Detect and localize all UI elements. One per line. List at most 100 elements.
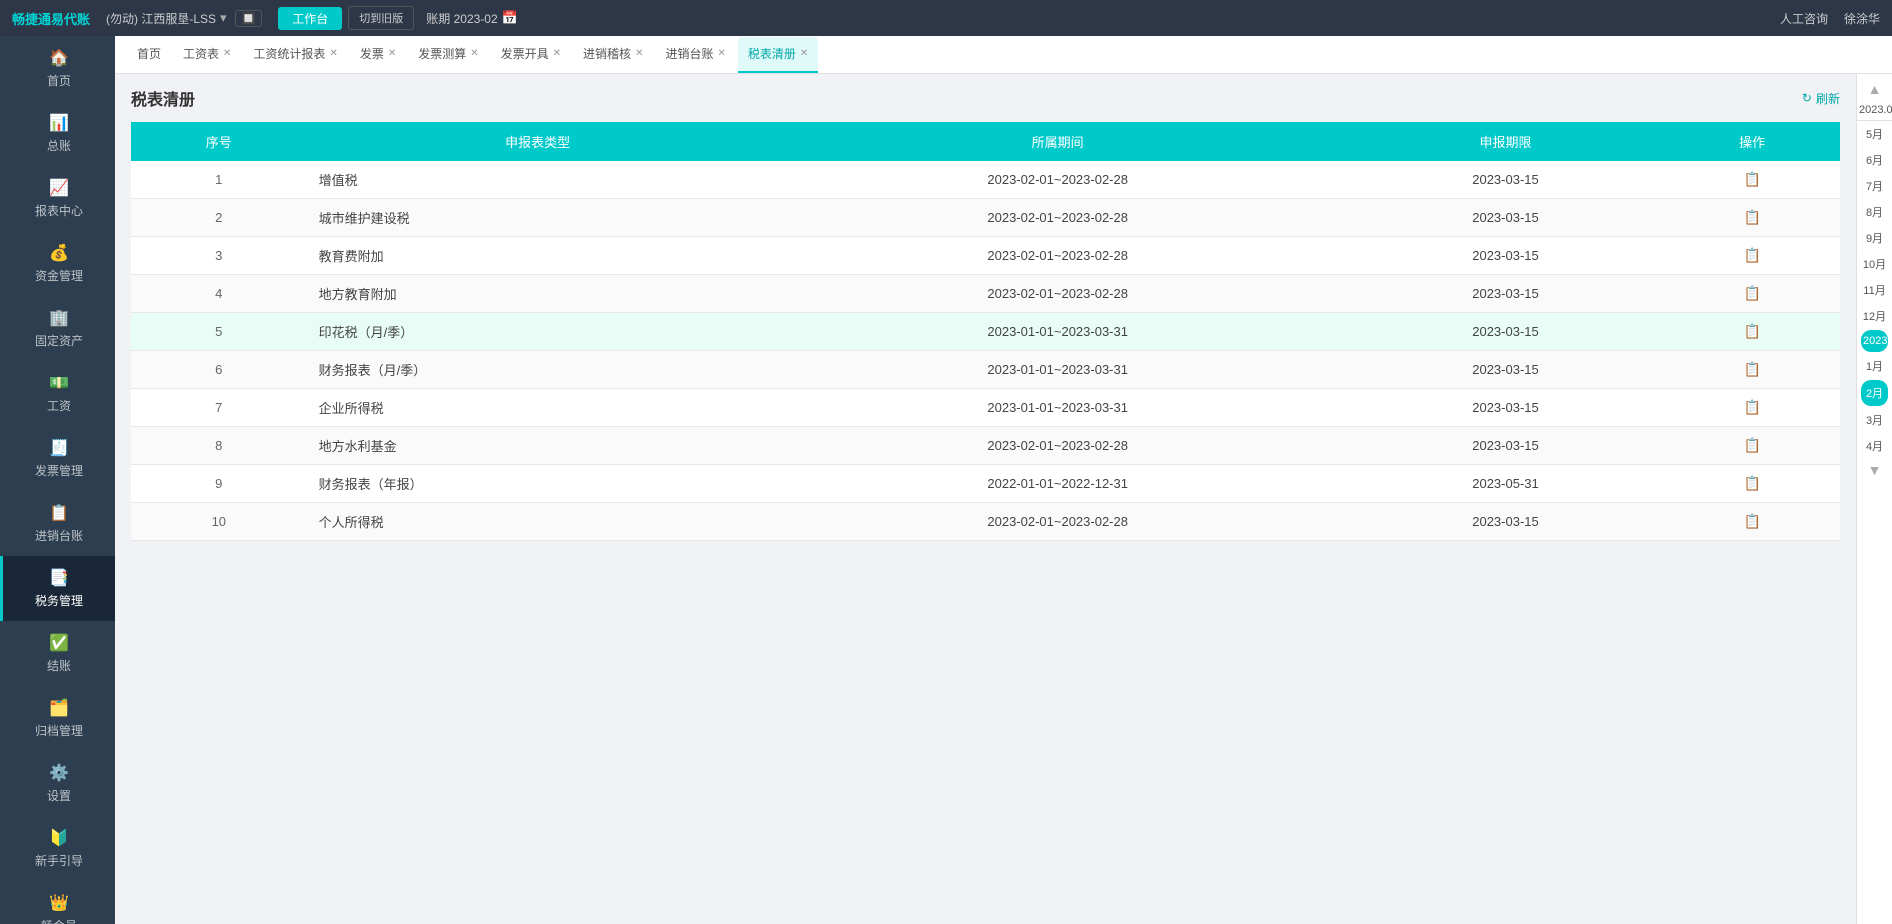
month-2022-8月[interactable]: 8月 [1857, 199, 1892, 225]
sidebar-item-purchase[interactable]: 📋进销台账 [0, 491, 115, 556]
sidebar-item-payroll[interactable]: 💵工资 [0, 361, 115, 426]
tab-close-invoice-issue[interactable]: ✕ [553, 48, 561, 59]
row-action[interactable]: 📋 [1664, 199, 1840, 237]
assets-icon: 🏢 [49, 308, 69, 328]
sidebar-item-tax[interactable]: 📑税务管理 [0, 556, 115, 621]
row-action[interactable]: 📋 [1664, 389, 1840, 427]
ai-consult-button[interactable]: 人工咨询 [1780, 10, 1828, 27]
tab-close-invoice[interactable]: ✕ [388, 48, 396, 59]
month-2022-10月[interactable]: 10月 [1857, 251, 1892, 277]
row-period: 2023-01-01~2023-03-31 [769, 351, 1347, 389]
row-deadline: 2023-03-15 [1347, 427, 1665, 465]
action-icon[interactable]: 📋 [1743, 323, 1760, 339]
tab-invoice-issue[interactable]: 发票开具 ✕ [491, 37, 571, 73]
action-icon[interactable]: 📋 [1743, 361, 1760, 377]
row-period: 2023-02-01~2023-02-28 [769, 161, 1347, 199]
switch-old-button[interactable]: 切到旧版 [348, 6, 414, 30]
tab-close-purchase-ledger[interactable]: ✕ [717, 48, 725, 59]
action-icon[interactable]: 📋 [1743, 437, 1760, 453]
tab-label-purchase-ledger: 进销台账 [665, 45, 713, 62]
sidebar-item-vip[interactable]: 👑畅会员 [0, 881, 115, 924]
month-2022-12月[interactable]: 12月 [1857, 303, 1892, 329]
page-header: 税表清册 ↻ 刷新 [131, 86, 1840, 110]
row-action[interactable]: 📋 [1664, 351, 1840, 389]
tab-tax-table[interactable]: 税表清册✕ [738, 37, 818, 73]
month-2023-3月[interactable]: 3月 [1857, 407, 1892, 433]
panel-down-arrow[interactable]: ▼ [1865, 459, 1885, 481]
month-2022-9月[interactable]: 9月 [1857, 225, 1892, 251]
user-name[interactable]: 徐涂华 [1844, 10, 1880, 27]
sidebar-item-reports[interactable]: 📈报表中心 [0, 166, 115, 231]
panel-year-header: 2023.02 [1857, 100, 1892, 121]
month-2023-1月[interactable]: 1月 [1857, 353, 1892, 379]
sidebar-item-home[interactable]: 🏠首页 [0, 36, 115, 101]
row-action[interactable]: 📋 [1664, 427, 1840, 465]
row-id: 2 [131, 199, 307, 237]
panel-up-arrow[interactable]: ▲ [1865, 78, 1885, 100]
sidebar-item-guide[interactable]: 🔰新手引导 [0, 816, 115, 881]
row-action[interactable]: 📋 [1664, 313, 1840, 351]
tab-label-invoice-issue: 发票开具 [501, 45, 549, 62]
action-icon[interactable]: 📋 [1743, 475, 1760, 491]
calendar-icon[interactable]: 📅 [502, 10, 518, 26]
sidebar-item-close[interactable]: ✅结账 [0, 621, 115, 686]
table-row: 5 印花税（月/季） 2023-01-01~2023-03-31 2023-03… [131, 313, 1840, 351]
table-row: 9 财务报表（年报） 2022-01-01~2022-12-31 2023-05… [131, 465, 1840, 503]
row-period: 2023-02-01~2023-02-28 [769, 199, 1347, 237]
workbench-button[interactable]: 工作台 [278, 7, 342, 30]
month-2022-5月[interactable]: 5月 [1857, 121, 1892, 147]
action-icon[interactable]: 📋 [1743, 209, 1760, 225]
tab-payroll-report[interactable]: 工资统计报表✕ [243, 37, 347, 73]
row-id: 4 [131, 275, 307, 313]
sidebar-item-settings[interactable]: ⚙️设置 [0, 751, 115, 816]
tab-payroll[interactable]: 工资表✕ [173, 37, 241, 73]
action-icon[interactable]: 📋 [1743, 513, 1760, 529]
tab-home[interactable]: 首页 [127, 37, 171, 73]
month-2022-11月[interactable]: 11月 [1857, 277, 1892, 303]
tab-close-invoice-calc[interactable]: ✕ [470, 48, 478, 59]
row-type: 地方教育附加 [307, 275, 769, 313]
row-id: 8 [131, 427, 307, 465]
tab-invoice[interactable]: 发票✕ [350, 37, 406, 73]
row-period: 2023-02-01~2023-02-28 [769, 503, 1347, 541]
vip-icon: 👑 [49, 893, 69, 913]
month-2023-4月[interactable]: 4月 [1857, 433, 1892, 459]
year-2023-label[interactable]: 2023 [1861, 330, 1888, 352]
tab-purchase-ledger[interactable]: 进销台账 ✕ [655, 37, 735, 73]
sidebar-label-settings: 设置 [47, 787, 71, 804]
close-icon: ✅ [49, 633, 69, 653]
tab-label-home: 首页 [137, 45, 161, 62]
company-name: (勿动) 江西服垦-LSS [106, 10, 216, 27]
tab-close-payroll[interactable]: ✕ [223, 48, 231, 59]
copy-button[interactable]: 🔲 [235, 10, 263, 27]
sidebar-item-invoice[interactable]: 🧾发票管理 [0, 426, 115, 491]
company-dropdown-icon[interactable]: ▾ [220, 10, 227, 26]
row-deadline: 2023-03-15 [1347, 161, 1665, 199]
row-type: 印花税（月/季） [307, 313, 769, 351]
sidebar-item-archive[interactable]: 🗂️归档管理 [0, 686, 115, 751]
action-icon[interactable]: 📋 [1743, 285, 1760, 301]
refresh-button[interactable]: ↻ 刷新 [1802, 90, 1840, 107]
row-id: 1 [131, 161, 307, 199]
tab-purchase-audit[interactable]: 进销稽核✕ [573, 37, 653, 73]
table-header-2: 所属期间 [769, 122, 1347, 161]
row-action[interactable]: 📋 [1664, 161, 1840, 199]
action-icon[interactable]: 📋 [1743, 247, 1760, 263]
action-icon[interactable]: 📋 [1743, 399, 1760, 415]
row-action[interactable]: 📋 [1664, 275, 1840, 313]
month-2022-6月[interactable]: 6月 [1857, 147, 1892, 173]
sidebar-item-ledger[interactable]: 📊总账 [0, 101, 115, 166]
action-icon[interactable]: 📋 [1743, 171, 1760, 187]
row-action[interactable]: 📋 [1664, 503, 1840, 541]
row-type: 教育费附加 [307, 237, 769, 275]
tab-close-payroll-report[interactable]: ✕ [329, 48, 337, 59]
tab-close-tax-table[interactable]: ✕ [800, 48, 808, 59]
month-2023-2月[interactable]: 2月 [1861, 380, 1888, 406]
month-2022-7月[interactable]: 7月 [1857, 173, 1892, 199]
row-action[interactable]: 📋 [1664, 237, 1840, 275]
row-action[interactable]: 📋 [1664, 465, 1840, 503]
tab-invoice-calc[interactable]: 发票测算✕ [408, 37, 488, 73]
sidebar-item-funds[interactable]: 💰资金管理 [0, 231, 115, 296]
tab-close-purchase-audit[interactable]: ✕ [635, 48, 643, 59]
sidebar-item-assets[interactable]: 🏢固定资产 [0, 296, 115, 361]
